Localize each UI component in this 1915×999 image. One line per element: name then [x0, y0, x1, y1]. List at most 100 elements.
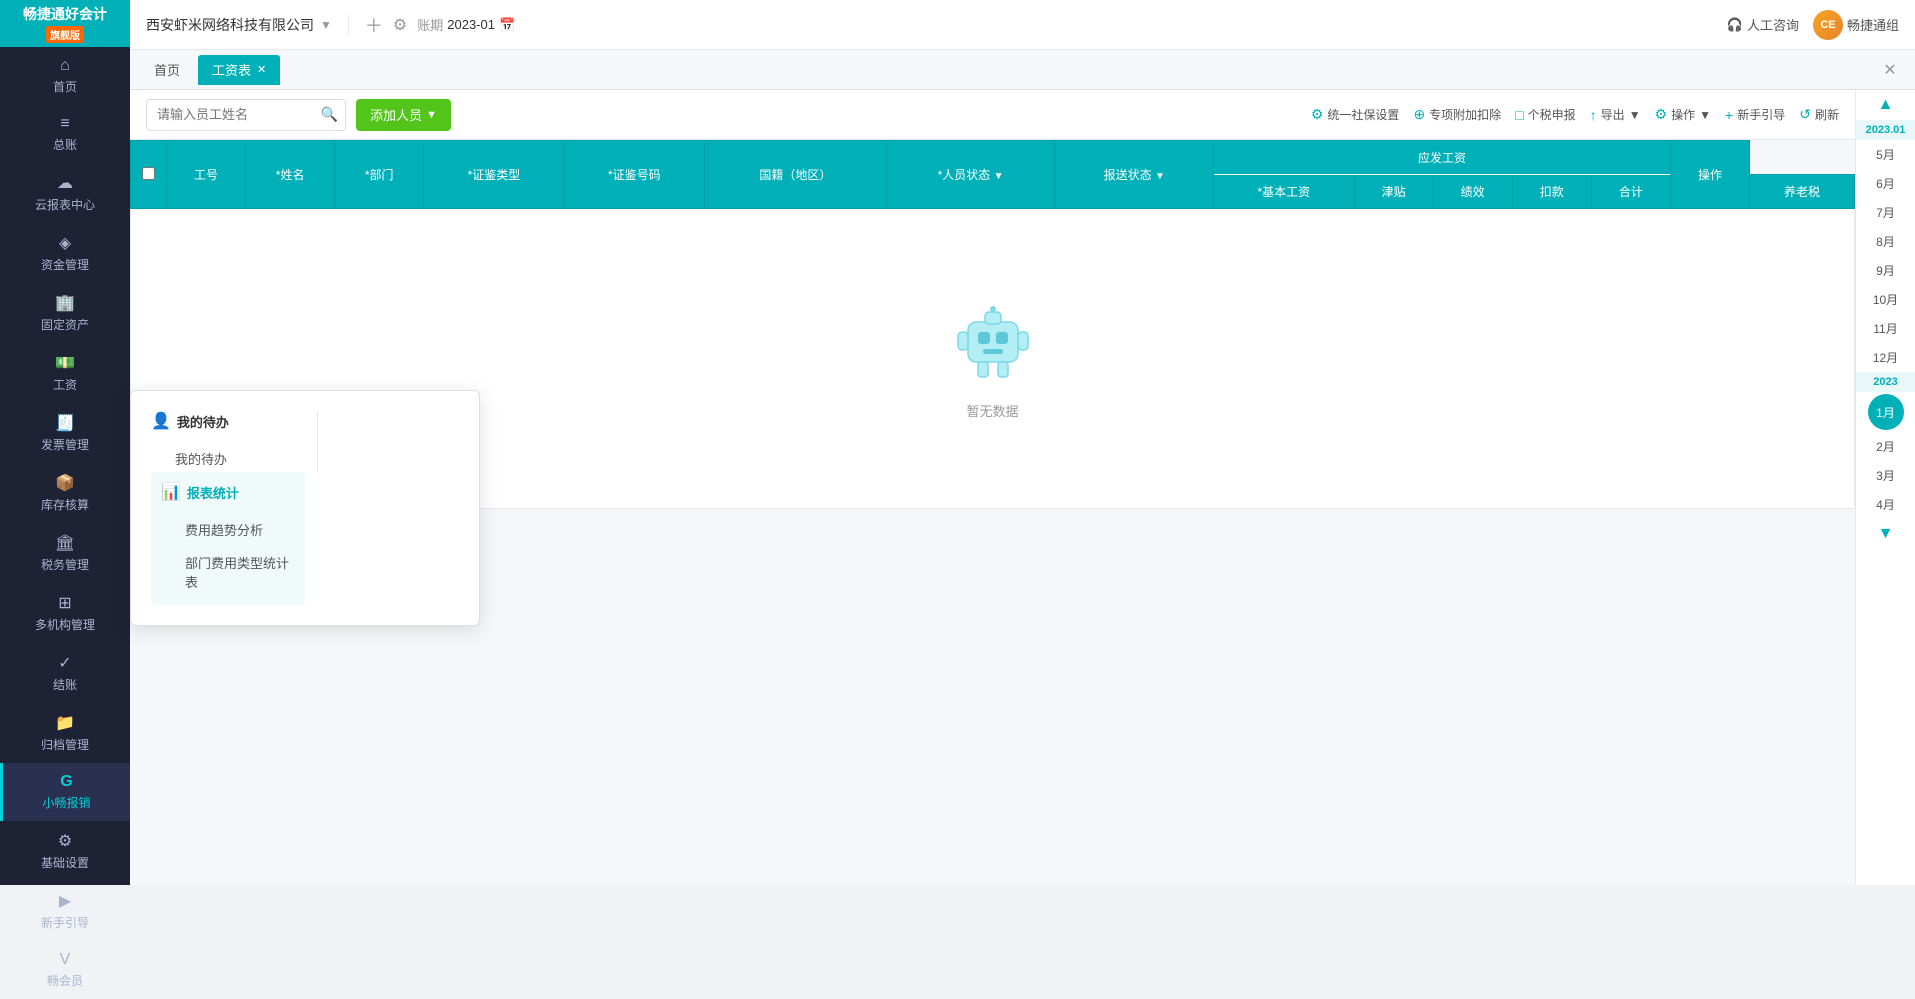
tab-close-all-button[interactable]: ✕ — [1875, 55, 1905, 85]
action-social[interactable]: ⚙ 统一社保设置 — [1311, 106, 1400, 123]
sidebar-item-label: 云报表中心 — [35, 196, 95, 213]
period-month-11[interactable]: 11月 — [1856, 314, 1915, 343]
sidebar-item-cloud[interactable]: ☁ 云报表中心 — [0, 163, 130, 223]
sidebar-item-finance[interactable]: ◈ 资金管理 — [0, 223, 130, 283]
sidebar-item-vip[interactable]: V 畅会员 — [0, 941, 130, 999]
sidebar-item-label: 畅会员 — [47, 972, 83, 989]
avatar-abbr: CE — [1820, 19, 1835, 31]
period-month-6[interactable]: 6月 — [1856, 169, 1915, 198]
period-month-8[interactable]: 8月 — [1856, 227, 1915, 256]
tab-close-icon[interactable]: ✕ — [257, 63, 266, 76]
user-info[interactable]: CE 畅捷通组 — [1813, 10, 1899, 40]
salary-toolbar: 🔍 添加人员 ▼ ⚙ 统一社保设置 ⊕ 专项附加扣除 □ — [130, 90, 1855, 140]
sidebar-item-ledger[interactable]: ≡ 总账 — [0, 105, 130, 163]
period-month-2[interactable]: 2月 — [1856, 432, 1915, 461]
sidebar-item-label: 新手引导 — [41, 914, 89, 931]
popup-item-my-todo[interactable]: 我的待办 — [151, 445, 305, 472]
period-nav-up[interactable]: ▲ — [1856, 90, 1915, 120]
period-month-10[interactable]: 10月 — [1856, 285, 1915, 314]
tab-salary[interactable]: 工资表 ✕ — [198, 55, 280, 85]
add-person-button[interactable]: 添加人员 ▼ — [356, 99, 451, 131]
th-cert-type: *证鉴类型 — [424, 141, 564, 209]
todo-icon: 👤 — [151, 411, 171, 431]
select-all-checkbox[interactable] — [142, 167, 155, 180]
filter-icon[interactable]: ▼ — [994, 171, 1004, 182]
th-cert-no: *证鉴号码 — [564, 141, 704, 209]
period-month-4[interactable]: 4月 — [1856, 490, 1915, 519]
sidebar-item-xiaochang[interactable]: G 小畅报销 — [0, 763, 130, 821]
sidebar-item-tax[interactable]: 🏛 税务管理 — [0, 523, 130, 583]
tab-home[interactable]: 首页 — [140, 55, 194, 85]
settle-icon: ✓ — [58, 653, 71, 673]
period-month-9[interactable]: 9月 — [1856, 256, 1915, 285]
popup-todo-label: 我的待办 — [177, 412, 229, 431]
sidebar-item-salary[interactable]: 💵 工资 — [0, 343, 130, 403]
company-chevron-icon: ▼ — [320, 18, 332, 32]
refresh-icon: ↺ — [1799, 106, 1811, 123]
invoice-icon: 🧾 — [55, 413, 75, 433]
avatar: CE — [1813, 10, 1843, 40]
add-button[interactable]: ＋ — [365, 12, 383, 38]
sidebar-item-assets[interactable]: 🏢 固定资产 — [0, 283, 130, 343]
action-guide[interactable]: + 新手引导 — [1725, 106, 1785, 123]
checkbox-header[interactable] — [131, 141, 167, 209]
company-name: 西安虾米网络科技有限公司 — [146, 15, 314, 35]
sidebar-item-home[interactable]: ⌂ 首页 — [0, 47, 130, 105]
popup-report-title: 📊 报表统计 — [161, 482, 295, 502]
sidebar-item-newguide[interactable]: ▶ 新手引导 — [0, 881, 130, 941]
tabs-bar: 首页 工资表 ✕ ✕ — [130, 50, 1915, 90]
popup-todo-title: 👤 我的待办 — [151, 411, 305, 431]
search-icon[interactable]: 🔍 — [321, 106, 338, 123]
settings-icon[interactable]: ⚙ — [393, 15, 407, 35]
company-selector[interactable]: 西安虾米网络科技有限公司 ▼ — [146, 15, 332, 35]
toolbar-actions: ⚙ 统一社保设置 ⊕ 专项附加扣除 □ 个税申报 ↑ 导出 ▼ — [1311, 106, 1839, 123]
topbar: 西安虾米网络科技有限公司 ▼ ＋ ⚙ 账期 2023-01 📅 🎧 人工咨询 C… — [130, 0, 1915, 50]
action-deduct[interactable]: ⊕ 专项附加扣除 — [1413, 106, 1501, 123]
action-refresh[interactable]: ↺ 刷新 — [1799, 106, 1839, 123]
popup-report-label: 报表统计 — [187, 483, 239, 502]
sidebar-item-settle[interactable]: ✓ 结账 — [0, 643, 130, 703]
action-social-label: 统一社保设置 — [1327, 106, 1399, 123]
popup-item-dept-expense[interactable]: 部门费用类型统计表 — [161, 549, 295, 595]
inventory-icon: 📦 — [55, 473, 75, 493]
sidebar-item-label: 归档管理 — [41, 736, 89, 753]
tab-home-label: 首页 — [154, 60, 180, 79]
period-month-1[interactable]: 1月 — [1868, 394, 1904, 430]
period-month-5[interactable]: 5月 — [1856, 140, 1915, 169]
assets-icon: 🏢 — [55, 293, 75, 313]
th-pension: 养老税 — [1750, 175, 1855, 209]
action-export-label: 导出 — [1601, 106, 1625, 123]
sidebar-item-archive[interactable]: 📁 归档管理 — [0, 703, 130, 763]
empty-illustration — [948, 297, 1038, 387]
period-month-3[interactable]: 3月 — [1856, 461, 1915, 490]
topbar-divider — [348, 15, 349, 35]
customer-service[interactable]: 🎧 人工咨询 — [1727, 15, 1799, 34]
export-icon: ↑ — [1590, 107, 1597, 123]
th-total: 合计 — [1591, 175, 1670, 209]
deduct-icon: ⊕ — [1413, 106, 1425, 123]
period-panel-inner: 5月 6月 7月 8月 9月 10月 11月 12月 2023 1月 2月 3月… — [1856, 140, 1915, 519]
sidebar-item-multi[interactable]: ⊞ 多机构管理 — [0, 583, 130, 643]
action-tax-label: 个税申报 — [1528, 106, 1576, 123]
report-filter-icon[interactable]: ▼ — [1155, 171, 1165, 182]
action-tax-report[interactable]: □ 个税申报 — [1515, 106, 1575, 123]
th-salary-group: 应发工资 — [1214, 141, 1671, 175]
period-nav-down[interactable]: ▼ — [1856, 519, 1915, 549]
xiaochang-icon: G — [60, 773, 72, 791]
operation-dropdown-icon: ▼ — [1699, 108, 1711, 122]
period-month-12[interactable]: 12月 — [1856, 343, 1915, 372]
sidebar-item-invoice[interactable]: 🧾 发票管理 — [0, 403, 130, 463]
period-month-7[interactable]: 7月 — [1856, 198, 1915, 227]
period-year-2023: 2023 — [1856, 372, 1915, 392]
th-base-salary: *基本工资 — [1214, 175, 1354, 209]
calendar-icon[interactable]: 📅 — [499, 17, 515, 33]
sidebar-item-basic[interactable]: ⚙ 基础设置 — [0, 821, 130, 881]
sidebar-item-label: 多机构管理 — [35, 616, 95, 633]
social-icon: ⚙ — [1311, 106, 1324, 123]
th-nationality: 国籍（地区） — [704, 141, 886, 209]
sidebar-item-inventory[interactable]: 📦 库存核算 — [0, 463, 130, 523]
popup-item-expense-trend[interactable]: 费用趋势分析 — [161, 516, 295, 543]
action-operation[interactable]: ⚙ 操作 ▼ — [1655, 106, 1711, 123]
action-export[interactable]: ↑ 导出 ▼ — [1590, 106, 1641, 123]
search-input[interactable] — [146, 99, 346, 131]
